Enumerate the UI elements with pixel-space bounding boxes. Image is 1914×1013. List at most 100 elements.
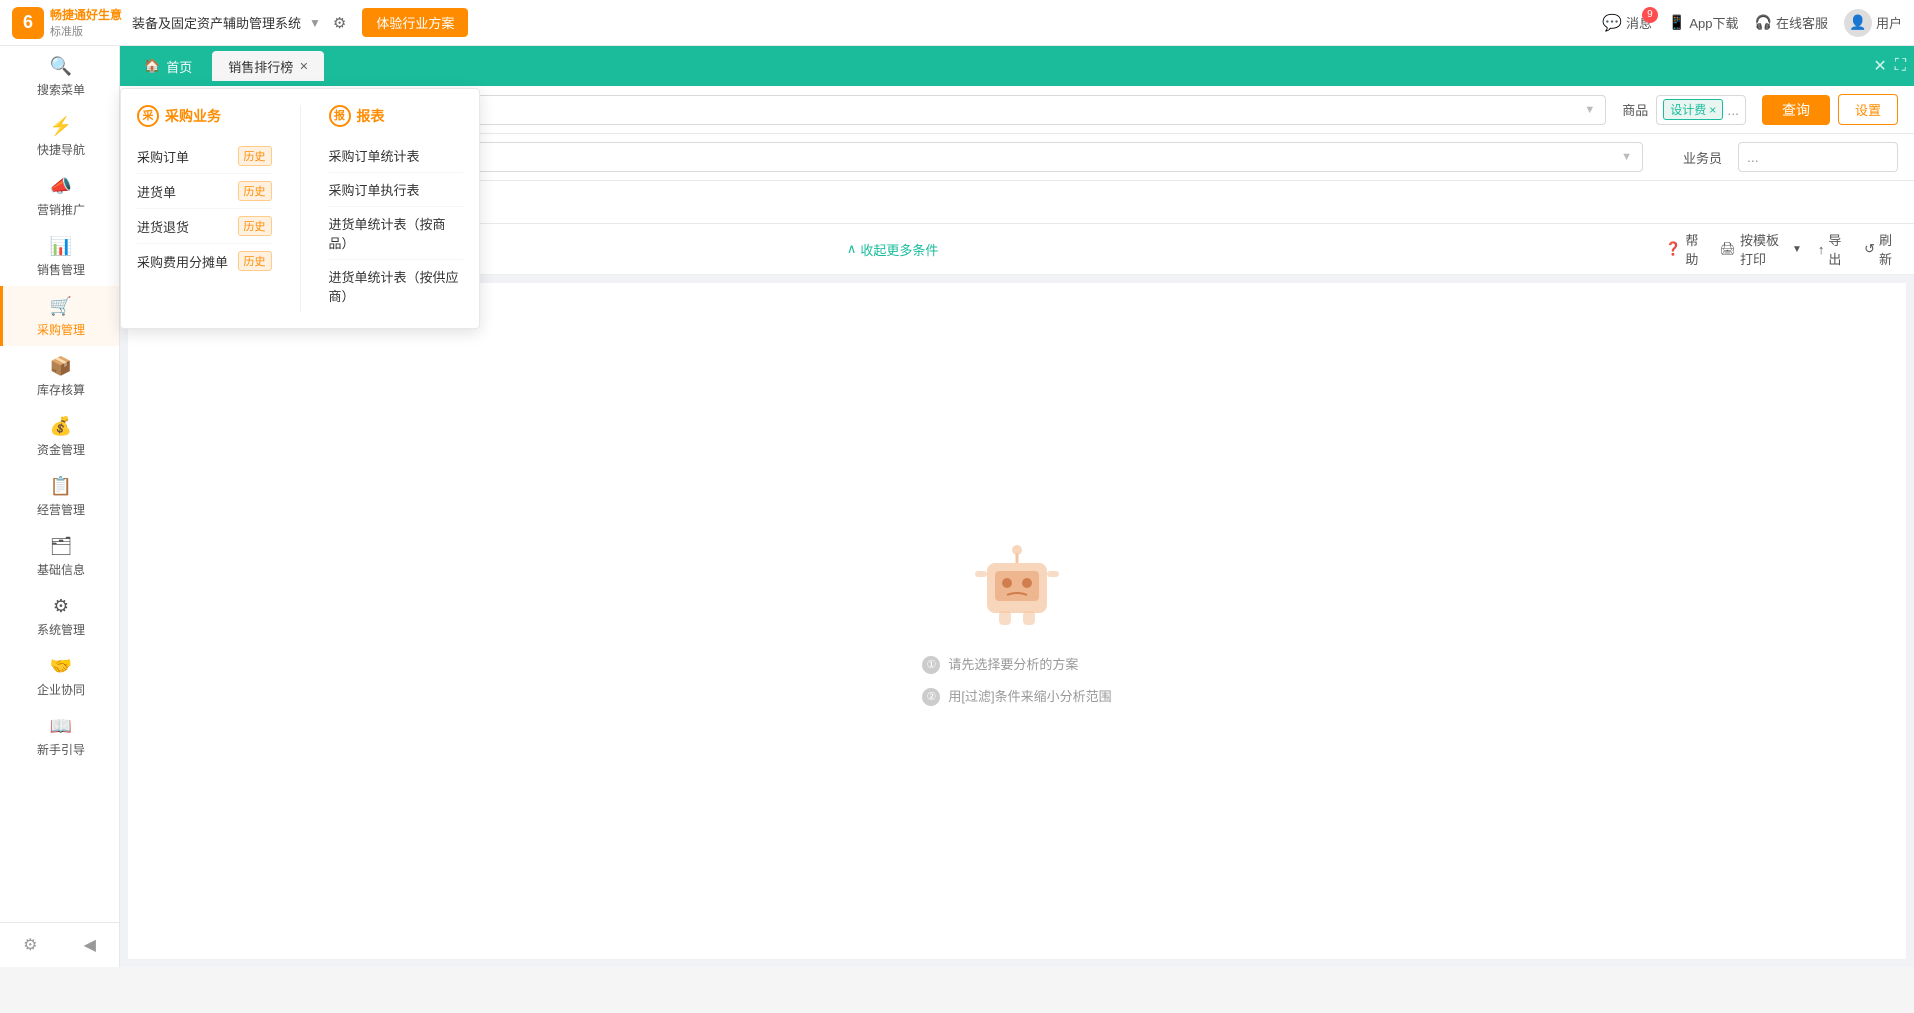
action-buttons: 查询 设置 — [1762, 94, 1898, 125]
operations-icon: 📋 — [50, 476, 72, 497]
tab-sales-rank[interactable]: 销售排行榜 ✕ — [212, 51, 324, 81]
report-section-icon: 报 — [329, 105, 351, 127]
staff-dots: ... — [1747, 149, 1759, 165]
export-btn[interactable]: ↑ 导出 — [1818, 230, 1848, 268]
tab-bar: 🏠 首页 销售排行榜 ✕ ✕ ⛶ — [120, 46, 1914, 86]
sidebar-bottom: ⚙ ◀ — [0, 922, 119, 967]
query-button[interactable]: 查询 — [1762, 95, 1830, 125]
home-icon: 🏠 — [144, 58, 160, 74]
hist-badge-2: 历史 — [238, 216, 272, 236]
menu-item-incoming[interactable]: 进货单 历史 — [137, 174, 272, 209]
capital-icon: 💰 — [50, 416, 72, 437]
sidebar-item-purchase[interactable]: 🛒 采购管理 — [0, 286, 119, 346]
inventory-icon: 📦 — [50, 356, 72, 377]
menu-item-report-3[interactable]: 进货单统计表（按商品） — [329, 207, 464, 260]
sidebar-collapse-btn[interactable]: ◀ — [76, 931, 104, 959]
menu-item-expense[interactable]: 采购费用分摊单 历史 — [137, 244, 272, 278]
menu-item-report-2[interactable]: 采购订单执行表 — [329, 173, 464, 207]
menu-item-purchase-order[interactable]: 采购订单 历史 — [137, 139, 272, 174]
search-icon: 🔍 — [50, 56, 72, 77]
empty-text: ① 请先选择要分析的方案 ② 用[过滤]条件来缩小分析范围 — [922, 652, 1111, 710]
doc-status-select[interactable]: ▼ — [466, 95, 1607, 125]
empty-hint1: ① 请先选择要分析的方案 — [922, 652, 1111, 678]
chevron-down-icon: ▼ — [1584, 104, 1595, 116]
refresh-btn[interactable]: ↺ 刷新 — [1864, 230, 1898, 268]
hist-badge-3: 历史 — [238, 251, 272, 271]
tab-maximize-icon[interactable]: ⛶ — [1895, 57, 1906, 75]
sidebar-item-operations[interactable]: 📋 经营管理 — [0, 466, 119, 526]
tab-home[interactable]: 🏠 首页 — [128, 51, 208, 81]
logo-text: 畅捷通好生意 标准版 — [50, 6, 122, 39]
logo-area: 6 畅捷通好生意 标准版 — [12, 6, 132, 39]
goods-tag-close-icon[interactable]: × — [1709, 103, 1716, 117]
top-header: 6 畅捷通好生意 标准版 装备及固定资产辅助管理系统 ▼ ⚙ 体验行业方案 💬 … — [0, 0, 1914, 46]
collapse-button[interactable]: ∧ 收起更多条件 — [847, 240, 939, 259]
export-icon: ↑ — [1818, 242, 1825, 257]
hist-badge-1: 历史 — [238, 181, 272, 201]
sidebar-settings-btn[interactable]: ⚙ — [15, 931, 45, 959]
industry-button[interactable]: 体验行业方案 — [362, 8, 468, 37]
menu-item-report-4[interactable]: 进货单统计表（按供应商） — [329, 260, 464, 312]
goods-tag: 设计费 × — [1663, 99, 1723, 120]
menu-divider — [300, 105, 301, 312]
help-icon: ❓ — [1665, 241, 1681, 257]
empty-hint2: ② 用[过滤]条件来缩小分析范围 — [922, 684, 1111, 710]
purchase-section-title: 采 采购业务 — [137, 105, 272, 127]
settings-button[interactable]: 设置 — [1838, 94, 1898, 125]
print-dropdown-icon[interactable]: ▼ — [1792, 244, 1802, 255]
user-avatar: 👤 — [1844, 9, 1872, 37]
sidebar-item-enterprise[interactable]: 🤝 企业协同 — [0, 646, 119, 706]
sidebar-item-sales[interactable]: 📊 销售管理 — [0, 226, 119, 286]
system-icon: ⚙ — [53, 596, 69, 617]
menu-item-report-1[interactable]: 采购订单统计表 — [329, 139, 464, 173]
sidebar-item-guide[interactable]: 📖 新手引导 — [0, 706, 119, 766]
sidebar-item-quick[interactable]: ⚡ 快捷导航 — [0, 106, 119, 166]
enterprise-icon: 🤝 — [50, 656, 72, 677]
empty-state: ① 请先选择要分析的方案 ② 用[过滤]条件来缩小分析范围 — [128, 283, 1906, 959]
menu-item-return[interactable]: 进货退货 历史 — [137, 209, 272, 244]
message-icon-item[interactable]: 💬 9 消息 — [1602, 13, 1652, 33]
phone-icon: 📱 — [1668, 14, 1685, 31]
app-download-item[interactable]: 📱 App下载 — [1668, 13, 1739, 32]
tab-close-icon[interactable]: ✕ — [299, 60, 308, 73]
system-arrow-icon[interactable]: ▼ — [309, 16, 321, 30]
help-btn[interactable]: ❓ 帮助 — [1665, 230, 1703, 268]
system-gear-icon[interactable]: ⚙ — [333, 14, 346, 32]
purchase-section-icon: 采 — [137, 105, 159, 127]
sidebar-item-capital[interactable]: 💰 资金管理 — [0, 406, 119, 466]
sidebar: 🔍 搜索菜单 ⚡ 快捷导航 📣 营销推广 📊 销售管理 🛒 采购管理 📦 库存核… — [0, 46, 120, 967]
tab-close-all-icon[interactable]: ✕ — [1873, 56, 1886, 76]
purchase-dropdown-menu: 采 采购业务 采购订单 历史 进货单 历史 进货退货 历史 采购费用分摊单 历史… — [120, 88, 480, 329]
guide-icon: 📖 — [50, 716, 72, 737]
goods-dots[interactable]: ... — [1727, 102, 1739, 118]
sidebar-item-search[interactable]: 🔍 搜索菜单 — [0, 46, 119, 106]
marketing-icon: 📣 — [50, 176, 72, 197]
quick-icon: ⚡ — [50, 116, 72, 137]
print-btn[interactable]: 🖨 按模板打印 ▼ — [1719, 230, 1801, 268]
print-icon: 🖨 — [1719, 241, 1736, 257]
system-title: 装备及固定资产辅助管理系统 — [132, 13, 301, 32]
sales-icon: 📊 — [50, 236, 72, 257]
headset-icon: 🎧 — [1755, 14, 1772, 31]
sidebar-item-inventory[interactable]: 📦 库存核算 — [0, 346, 119, 406]
goods-label: 商品 — [1622, 100, 1648, 119]
chevron-up-icon: ∧ — [847, 241, 857, 257]
purchase-section: 采 采购业务 采购订单 历史 进货单 历史 进货退货 历史 采购费用分摊单 历史 — [137, 105, 272, 312]
tab-bar-right: ✕ ⛶ — [1873, 56, 1906, 76]
hist-badge-0: 历史 — [238, 146, 272, 166]
staff-filter[interactable]: ... — [1738, 142, 1898, 172]
staff-label: 业务员 — [1683, 148, 1722, 167]
header-system: 装备及固定资产辅助管理系统 ▼ ⚙ 体验行业方案 — [132, 8, 1602, 37]
empty-illustration — [957, 533, 1077, 636]
user-item[interactable]: 👤 用户 — [1844, 9, 1902, 37]
refresh-icon: ↺ — [1864, 241, 1875, 257]
purchase-icon: 🛒 — [50, 296, 72, 317]
sidebar-item-marketing[interactable]: 📣 营销推广 — [0, 166, 119, 226]
goods-filter-input[interactable]: 设计费 × ... — [1656, 95, 1746, 125]
sidebar-item-basic[interactable]: 🗂 基础信息 — [0, 526, 119, 586]
sidebar-item-system[interactable]: ⚙ 系统管理 — [0, 586, 119, 646]
online-service-item[interactable]: 🎧 在线客服 — [1755, 13, 1828, 32]
message-icon: 💬 — [1602, 13, 1622, 33]
message-badge: 9 — [1642, 7, 1658, 23]
rank-chevron-icon: ▼ — [1621, 151, 1632, 163]
